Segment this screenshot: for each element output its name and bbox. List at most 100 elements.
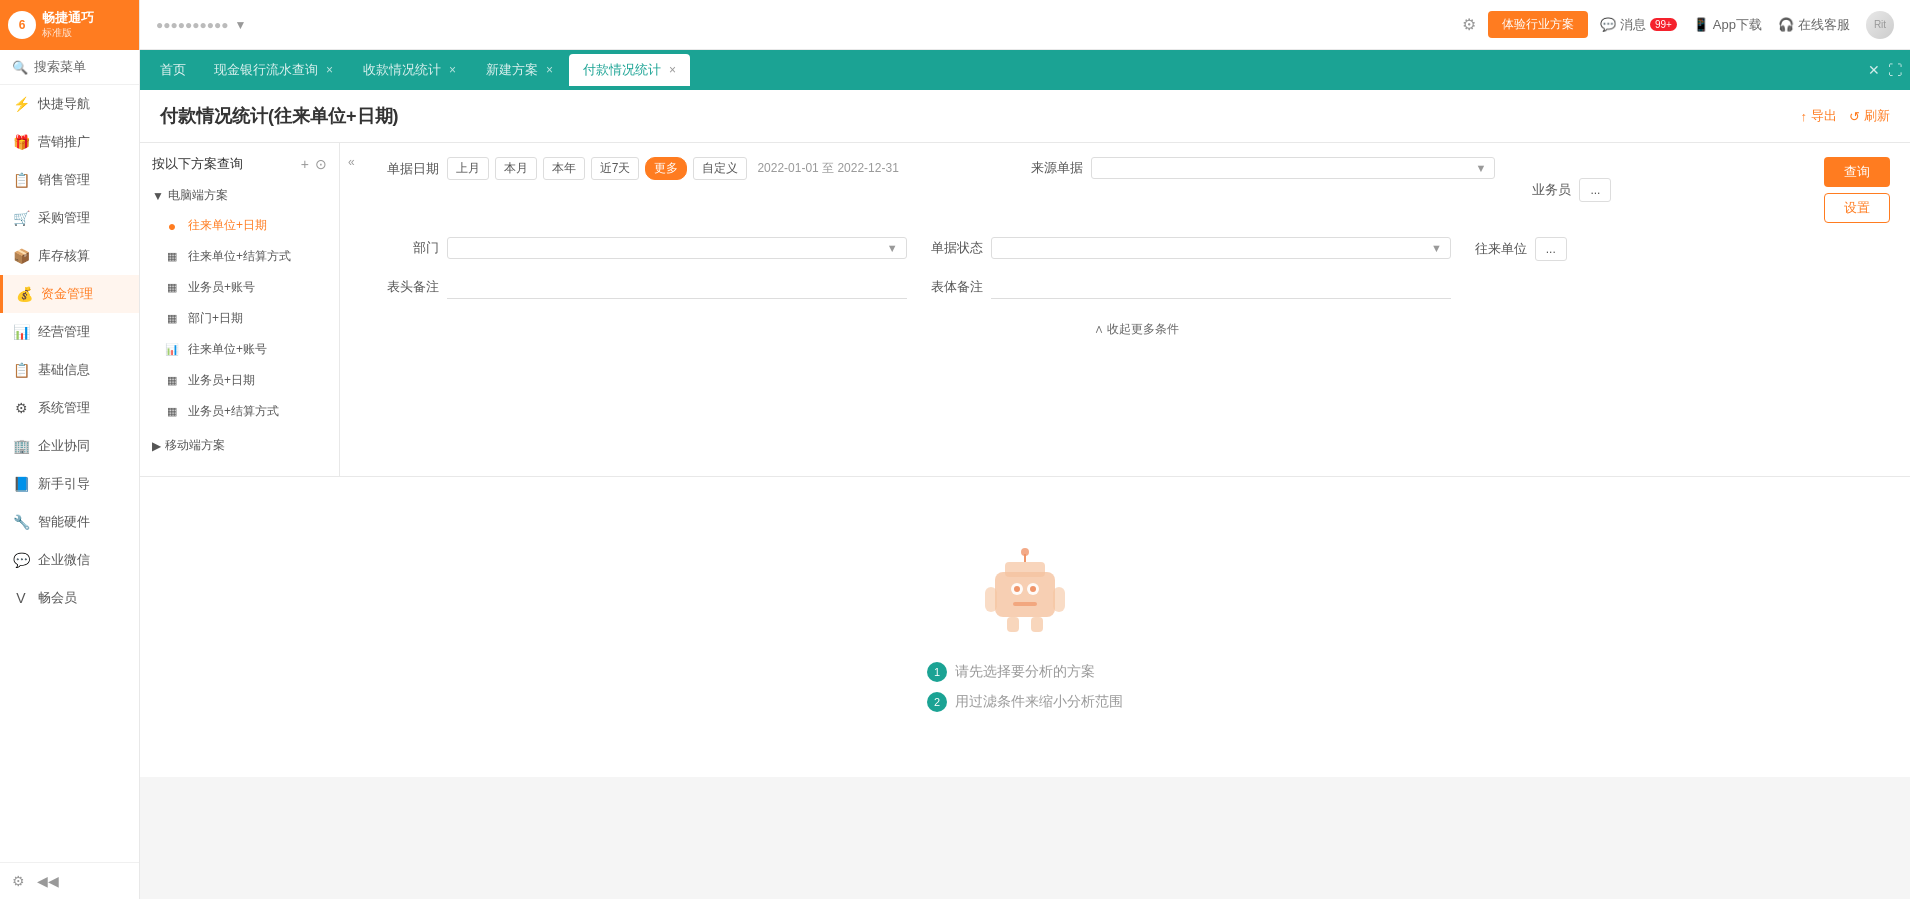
partner-select-btn[interactable]: ... [1535, 237, 1567, 261]
sidebar: 6 畅捷通巧 标准版 🔍 搜索菜单 ⚡ 快捷导航 🎁 营销推广 📋 销售管理 🛒… [0, 0, 140, 899]
scheme-item-staff-settle[interactable]: ▦ 业务员+结算方式 [140, 396, 339, 427]
sidebar-item-label: 库存核算 [38, 247, 90, 265]
partner-field: 往来单位 ... [1471, 237, 1890, 261]
scheme-item-staff-account[interactable]: ▦ 业务员+账号 [140, 272, 339, 303]
scheme-section-mobile-title[interactable]: ▶ 移动端方案 [140, 431, 339, 460]
body-note-input[interactable] [991, 275, 1451, 299]
scheme-item-unit-account[interactable]: 📊 往来单位+账号 [140, 334, 339, 365]
active-scheme-icon: ● [164, 218, 180, 234]
breadcrumb-chevron[interactable]: ▼ [234, 18, 246, 32]
query-btn[interactable]: 查询 [1824, 157, 1890, 187]
page-title: 付款情况统计(往来单位+日期) [160, 104, 399, 128]
topbar-actions: 💬 消息 99+ 📱 App下载 🎧 在线客服 Rit [1600, 11, 1894, 39]
sidebar-item-wechat[interactable]: 💬 企业微信 [0, 541, 139, 579]
date-btn-more[interactable]: 更多 [645, 157, 687, 180]
bill-status-arrow: ▼ [1431, 242, 1442, 254]
collapse-bar: ∧ 收起更多条件 [383, 313, 1890, 346]
sidebar-item-basic[interactable]: 📋 基础信息 [0, 351, 139, 389]
svg-point-5 [1030, 586, 1036, 592]
sidebar-item-system[interactable]: ⚙ 系统管理 [0, 389, 139, 427]
scheme-panel-actions: + ⊙ [301, 156, 327, 172]
basic-icon: 📋 [12, 361, 30, 379]
date-btn-7days[interactable]: 近7天 [591, 157, 640, 180]
sidebar-item-sales[interactable]: 📋 销售管理 [0, 161, 139, 199]
tab-bank-close[interactable]: × [326, 63, 333, 77]
collapse-more-btn[interactable]: ∧ 收起更多条件 [1094, 321, 1179, 338]
purchase-icon: 🛒 [12, 209, 30, 227]
search-menu[interactable]: 🔍 搜索菜单 [0, 50, 139, 85]
scheme-collapse-btn[interactable]: « [340, 143, 363, 181]
scheme-icon-5: ▦ [164, 404, 180, 420]
refresh-btn[interactable]: ↺ 刷新 [1849, 107, 1890, 125]
online-service-btn[interactable]: 🎧 在线客服 [1778, 16, 1850, 34]
empty-tip-1: 1 请先选择要分析的方案 [927, 662, 1123, 682]
sidebar-item-shortcut[interactable]: ⚡ 快捷导航 [0, 85, 139, 123]
search-label: 搜索菜单 [34, 58, 86, 76]
tab-payment[interactable]: 付款情况统计 × [569, 54, 690, 86]
brand-sub: 标准版 [42, 26, 94, 40]
tab-payment-close[interactable]: × [669, 63, 676, 77]
app-download-btn[interactable]: 📱 App下载 [1693, 16, 1762, 34]
footer-settings-icon[interactable]: ⚙ [12, 873, 25, 889]
notification-btn[interactable]: 💬 消息 99+ [1600, 16, 1677, 34]
export-btn[interactable]: ↑ 导出 [1801, 107, 1838, 125]
tab-newplan-close[interactable]: × [546, 63, 553, 77]
sidebar-item-guide[interactable]: 📘 新手引导 [0, 465, 139, 503]
bill-date-value: 上月 本月 本年 近7天 更多 自定义 2022-01-01 至 2022-12… [447, 157, 1007, 180]
date-btn-last-month[interactable]: 上月 [447, 157, 489, 180]
wechat-icon: 💬 [12, 551, 30, 569]
tab-newplan[interactable]: 新建方案 × [472, 54, 567, 86]
user-avatar[interactable]: Rit [1866, 11, 1894, 39]
empty-illustration [975, 542, 1075, 642]
empty-tips: 1 请先选择要分析的方案 2 用过滤条件来缩小分析范围 [927, 662, 1123, 712]
sidebar-item-inventory[interactable]: 📦 库存核算 [0, 237, 139, 275]
close-window-icon[interactable]: ✕ [1868, 62, 1880, 78]
source-bill-select[interactable]: ▼ [1091, 157, 1495, 179]
trial-btn[interactable]: 体验行业方案 [1488, 11, 1588, 38]
bill-status-select[interactable]: ▼ [991, 237, 1451, 259]
staff-select-btn[interactable]: ... [1579, 178, 1611, 202]
topbar-settings-icon[interactable]: ⚙ [1462, 15, 1476, 34]
date-btn-this-month[interactable]: 本月 [495, 157, 537, 180]
svg-point-12 [1021, 548, 1029, 556]
footer-collapse-icon[interactable]: ◀◀ [37, 873, 59, 889]
date-btn-custom[interactable]: 自定义 [693, 157, 747, 180]
path-text: ●●●●●●●●●● [156, 18, 228, 32]
app-download-label: App下载 [1713, 16, 1762, 34]
sidebar-item-label: 智能硬件 [38, 513, 90, 531]
tab-receipt-close[interactable]: × [449, 63, 456, 77]
sales-icon: 📋 [12, 171, 30, 189]
brand-logo: 6 [8, 11, 36, 39]
sidebar-item-member[interactable]: V 畅会员 [0, 579, 139, 617]
corp-icon: 🏢 [12, 437, 30, 455]
tab-bank[interactable]: 现金银行流水查询 × [200, 54, 347, 86]
scheme-item-dept-date[interactable]: ▦ 部门+日期 [140, 303, 339, 334]
sidebar-item-operation[interactable]: 📊 经营管理 [0, 313, 139, 351]
scheme-item-unit-settle[interactable]: ▦ 往来单位+结算方式 [140, 241, 339, 272]
sidebar-item-purchase[interactable]: 🛒 采购管理 [0, 199, 139, 237]
dept-select[interactable]: ▼ [447, 237, 907, 259]
svg-rect-8 [1053, 587, 1065, 612]
sidebar-item-finance[interactable]: 💰 资金管理 [0, 275, 139, 313]
staff-field: 业务员 ... 查询 设置 [1515, 157, 1890, 223]
guide-icon: 📘 [12, 475, 30, 493]
tab-home[interactable]: 首页 [148, 61, 198, 79]
sidebar-item-hardware[interactable]: 🔧 智能硬件 [0, 503, 139, 541]
setting-btn[interactable]: 设置 [1824, 193, 1890, 223]
scheme-item-staff-date[interactable]: ▦ 业务员+日期 [140, 365, 339, 396]
maximize-icon[interactable]: ⛶ [1888, 62, 1902, 78]
scheme-settings-icon[interactable]: ⊙ [315, 156, 327, 172]
service-icon: 🎧 [1778, 17, 1794, 32]
date-btn-this-year[interactable]: 本年 [543, 157, 585, 180]
scheme-item-unit-date[interactable]: ● 往来单位+日期 [140, 210, 339, 241]
header-note-input[interactable] [447, 275, 907, 299]
sidebar-item-corp[interactable]: 🏢 企业协同 [0, 427, 139, 465]
scheme-add-icon[interactable]: + [301, 156, 309, 172]
scheme-panel-header: 按以下方案查询 + ⊙ [140, 155, 339, 181]
scheme-section-desktop-title[interactable]: ▼ 电脑端方案 [140, 181, 339, 210]
source-bill-field: 来源单据 ▼ [1027, 157, 1495, 179]
sidebar-item-marketing[interactable]: 🎁 营销推广 [0, 123, 139, 161]
collapse-label: 收起更多条件 [1107, 322, 1179, 336]
tab-receipt[interactable]: 收款情况统计 × [349, 54, 470, 86]
notification-badge: 99+ [1650, 18, 1677, 31]
